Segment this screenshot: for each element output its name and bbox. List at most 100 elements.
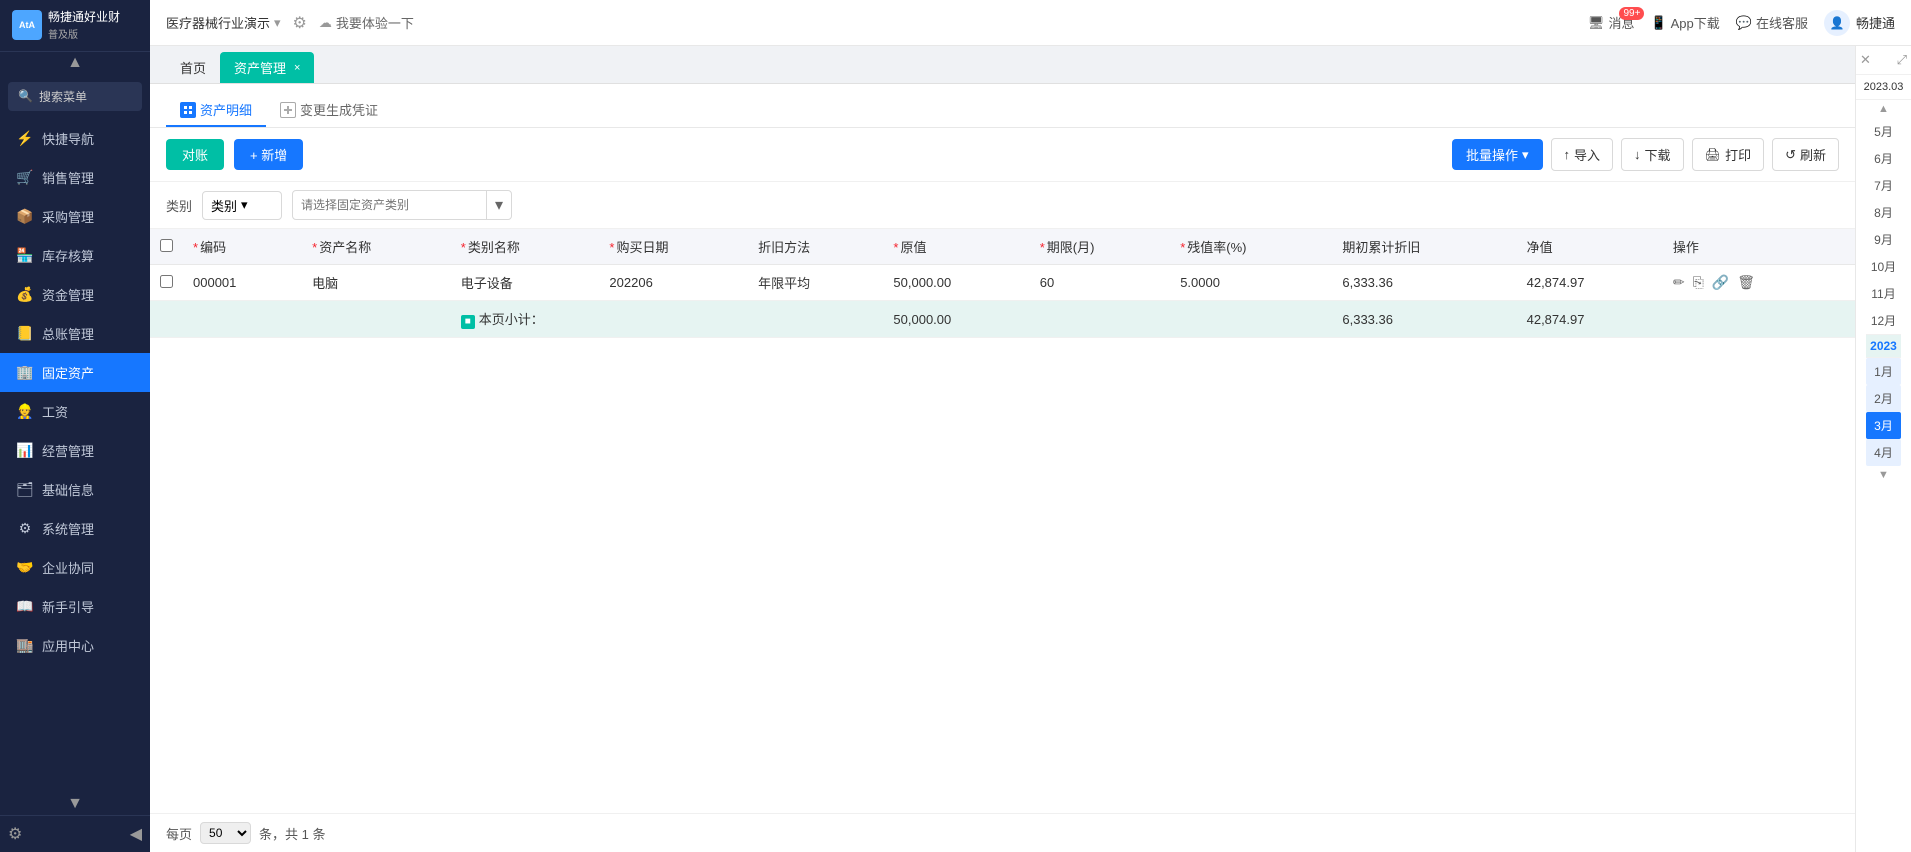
inner-page: 资产明细 变更生成凭证 对账 + 新增 (150, 84, 1855, 852)
subtotal-icon: ■ (461, 315, 475, 329)
col-accumulated-depreciation: 期初累计折旧 (1332, 229, 1516, 265)
refresh-button[interactable]: ↺ 刷新 (1772, 138, 1839, 171)
main-area: 医疗器械行业演示 ▾ ⚙ ☁ 我要体验一下 🖥 消息 99+ 📱 App下载 💬… (150, 0, 1911, 852)
calendar-month-item[interactable]: 8月 (1866, 199, 1901, 226)
calendar-month-item[interactable]: 11月 (1866, 280, 1901, 307)
category-search-input[interactable] (293, 194, 486, 216)
calendar-month-item[interactable]: 5月 (1866, 118, 1901, 145)
subtotal-accumulated-depreciation: 6,333.36 (1332, 301, 1516, 338)
calendar-month-item[interactable]: 3月 (1866, 412, 1901, 439)
inventory-icon: 🏪 (16, 246, 34, 264)
calendar-month-item[interactable]: 7月 (1866, 172, 1901, 199)
table-row: 000001 电脑 电子设备 202206 年限平均 50,000.00 60 … (150, 265, 1855, 301)
sidebar-nav: ⚡ 快捷导航 🛒 销售管理 📦 采购管理 🏪 库存核算 💰 资金管理 📒 总账管… (0, 119, 150, 793)
print-button[interactable]: 🖨 打印 (1692, 138, 1765, 171)
sidebar-item-payroll[interactable]: 👷 工资 (0, 392, 150, 431)
new-button[interactable]: + 新增 (234, 139, 303, 170)
calendar-month-item[interactable]: 1月 (1866, 358, 1901, 385)
row-depreciation-method: 年限平均 (748, 265, 883, 301)
delete-button[interactable]: 🗑 (1737, 274, 1755, 291)
row-net-value: 42,874.97 (1517, 265, 1663, 301)
download-button[interactable]: ↓ 下载 (1621, 138, 1684, 171)
asset-table: *编码 *资产名称 *类别名称 *购买日期 折旧方法 *原值 *期限(月) *残… (150, 229, 1855, 338)
sidebar-item-operations[interactable]: 📊 经营管理 (0, 431, 150, 470)
per-page-label: 每页 (166, 824, 192, 843)
sidebar: AtA 畅捷通好业财 普及版 ▲ 🔍 搜索菜单 ⚡ 快捷导航 🛒 销售管理 📦 … (0, 0, 150, 852)
row-period: 60 (1030, 265, 1170, 301)
calendar-up-button[interactable]: ▲ (1856, 100, 1911, 118)
sidebar-scroll-up[interactable]: ▲ (0, 52, 150, 74)
row-name: 电脑 (302, 265, 451, 301)
batch-chevron-icon: ▾ (1522, 147, 1529, 163)
sub-tab-change-voucher[interactable]: 变更生成凭证 (266, 94, 392, 127)
select-all-checkbox[interactable] (160, 239, 173, 252)
row-checkbox[interactable] (160, 275, 173, 288)
user-menu[interactable]: 👤 畅捷通 (1824, 10, 1895, 36)
reconcile-button[interactable]: 对账 (166, 139, 224, 170)
calendar-month-item[interactable]: 2月 (1866, 385, 1901, 412)
calendar-month-item[interactable]: 4月 (1866, 439, 1901, 466)
row-accumulated-depreciation: 6,333.36 (1332, 265, 1516, 301)
col-name: *资产名称 (302, 229, 451, 265)
sidebar-item-enterprise[interactable]: 🤝 企业协同 (0, 548, 150, 587)
message-button[interactable]: 🖥 消息 99+ (1588, 13, 1635, 32)
sidebar-logo: AtA 畅捷通好业财 普及版 (0, 0, 150, 52)
calendar-month-item[interactable]: 10月 (1866, 253, 1901, 280)
calendar-down-button[interactable]: ▼ (1856, 466, 1911, 484)
settings-icon[interactable]: ⚙ (8, 824, 22, 844)
pagination: 每页 50 100 条，共 1 条 (150, 813, 1855, 852)
search-menu-button[interactable]: 🔍 搜索菜单 (8, 82, 142, 111)
sidebar-scroll-down[interactable]: ▼ (0, 793, 150, 815)
topbar: 医疗器械行业演示 ▾ ⚙ ☁ 我要体验一下 🖥 消息 99+ 📱 App下载 💬… (150, 0, 1911, 46)
calendar-month-item[interactable]: 9月 (1866, 226, 1901, 253)
sub-tabs: 资产明细 变更生成凭证 (150, 84, 1855, 128)
sidebar-item-sales[interactable]: 🛒 销售管理 (0, 158, 150, 197)
category-dropdown-button[interactable]: ▾ (486, 191, 511, 219)
avatar: 👤 (1824, 10, 1850, 36)
collapse-sidebar-button[interactable]: ◀ (130, 824, 142, 844)
toolbar: 对账 + 新增 批量操作 ▾ ↑ 导入 (150, 128, 1855, 182)
batch-ops-button[interactable]: 批量操作 ▾ (1452, 139, 1543, 170)
category-input-select[interactable]: ▾ (292, 190, 512, 220)
row-actions: ✏ ⎘ 🔗 🗑 (1663, 265, 1855, 301)
right-panel: ✕ ⤢ 2023.03 ▲ 5月6月7月8月9月10月11月12月20231月2… (1855, 46, 1911, 852)
sidebar-item-purchase[interactable]: 📦 采购管理 (0, 197, 150, 236)
per-page-select[interactable]: 50 100 (200, 822, 251, 844)
experience-button[interactable]: ☁ 我要体验一下 (319, 13, 414, 32)
expand-panel-button[interactable]: ⤢ (1897, 52, 1907, 68)
sidebar-item-system[interactable]: ⚙ 系统管理 (0, 509, 150, 548)
sidebar-item-funds[interactable]: 💰 资金管理 (0, 275, 150, 314)
sidebar-item-ledger[interactable]: 📒 总账管理 (0, 314, 150, 353)
calendar-month-item[interactable]: 12月 (1866, 307, 1901, 334)
copy-button[interactable]: ⎘ (1693, 274, 1704, 291)
row-code: 000001 (183, 265, 302, 301)
sidebar-item-quicknav[interactable]: ⚡ 快捷导航 (0, 119, 150, 158)
import-button[interactable]: ↑ 导入 (1551, 138, 1614, 171)
edit-button[interactable]: ✏ (1673, 274, 1685, 291)
company-selector[interactable]: 医疗器械行业演示 ▾ (166, 13, 281, 32)
app-download-button[interactable]: 📱 App下载 (1650, 13, 1719, 32)
category-type-select[interactable]: 类别 ▾ (202, 191, 282, 220)
tab-home[interactable]: 首页 (166, 52, 220, 83)
tab-close-icon[interactable]: × (294, 62, 300, 74)
app-edition: 普及版 (48, 26, 120, 41)
sidebar-item-basic-info[interactable]: 🗂 基础信息 (0, 470, 150, 509)
sub-tab-asset-detail[interactable]: 资产明细 (166, 94, 266, 127)
sidebar-item-fixed-assets[interactable]: 🏢 固定资产 (0, 353, 150, 392)
subtotal-label: ■本页小计： (451, 301, 748, 338)
topbar-gear-icon[interactable]: ⚙ (293, 13, 307, 33)
system-icon: ⚙ (16, 519, 34, 537)
close-panel-button[interactable]: ✕ (1860, 52, 1871, 68)
col-depreciation-method: 折旧方法 (748, 229, 883, 265)
calendar-month-item[interactable]: 6月 (1866, 145, 1901, 172)
sidebar-item-inventory[interactable]: 🏪 库存核算 (0, 236, 150, 275)
link-button[interactable]: 🔗 (1712, 274, 1729, 291)
sidebar-item-appstore[interactable]: 🏬 应用中心 (0, 626, 150, 665)
col-purchase-date: *购买日期 (599, 229, 748, 265)
online-service-button[interactable]: 💬 在线客服 (1736, 13, 1808, 32)
category-type-chevron: ▾ (241, 197, 248, 213)
refresh-icon: ↺ (1785, 147, 1796, 163)
sidebar-item-guide[interactable]: 📖 新手引导 (0, 587, 150, 626)
tab-asset-mgmt[interactable]: 资产管理 × (220, 52, 314, 83)
message-badge: 99+ (1619, 7, 1644, 20)
